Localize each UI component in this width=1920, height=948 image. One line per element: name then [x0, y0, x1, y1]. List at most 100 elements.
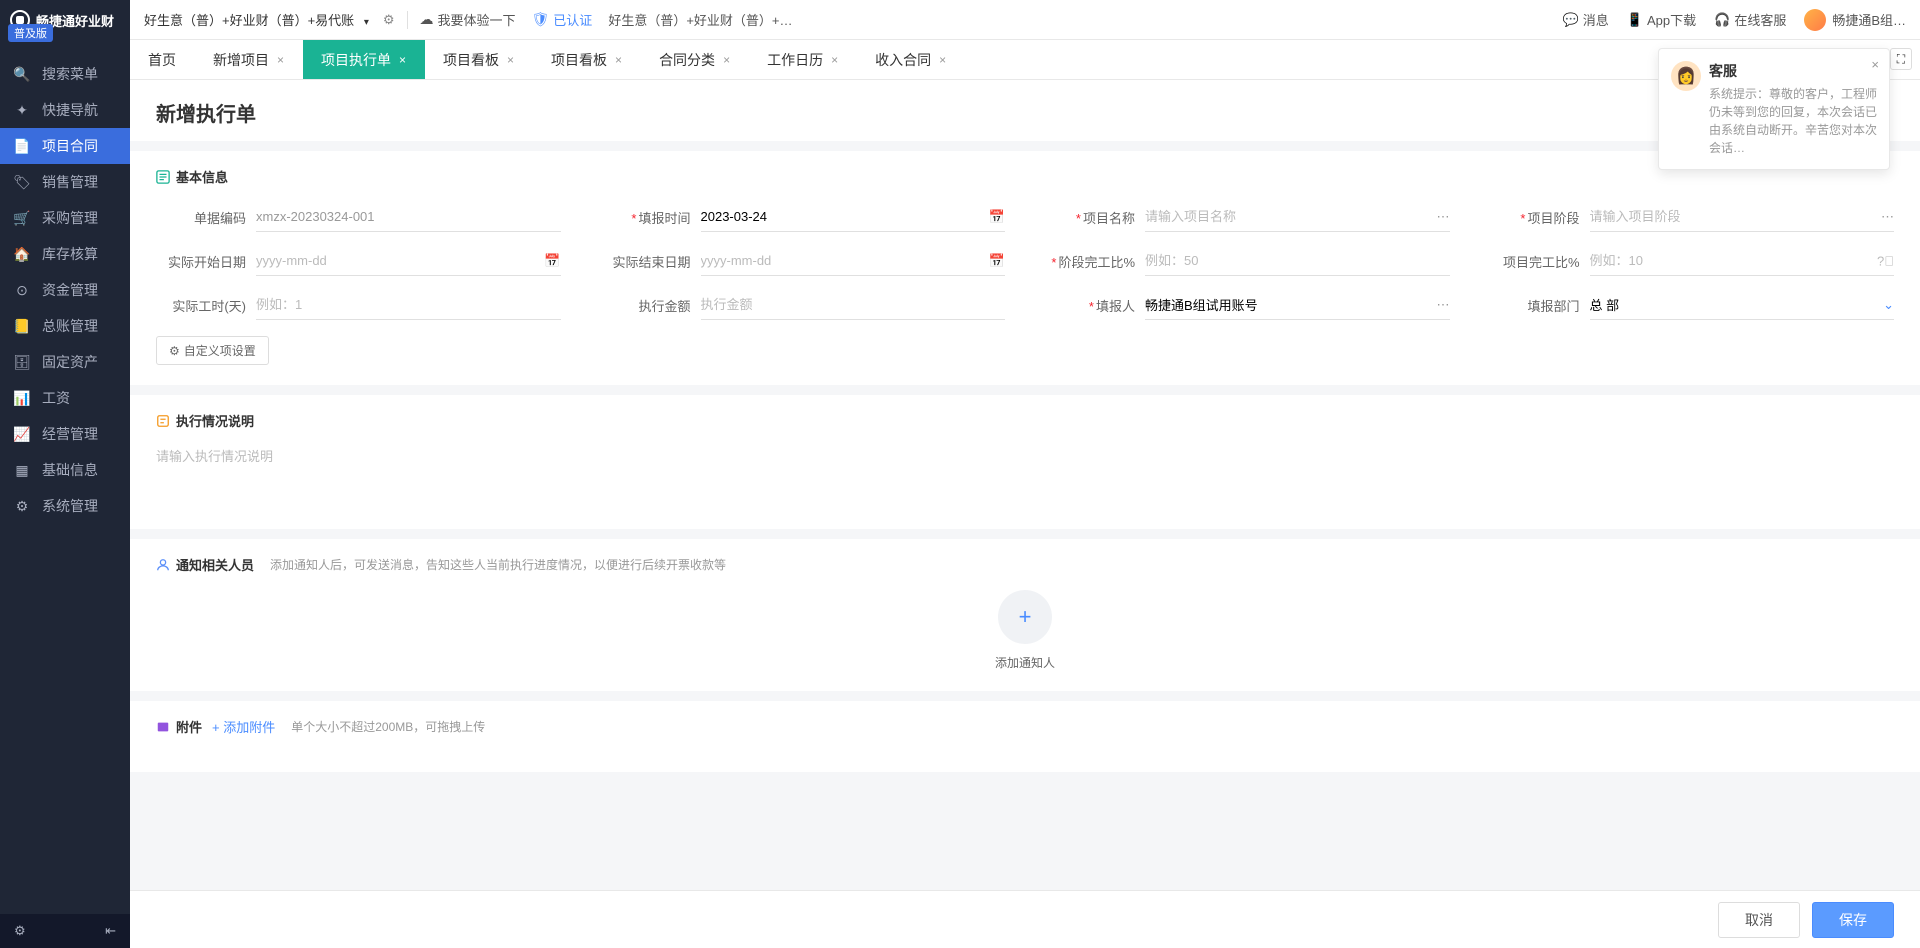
sidebar-item-1[interactable]: ✦快捷导航 — [0, 92, 130, 128]
project-pct-input[interactable] — [1590, 246, 1895, 276]
sidebar-item-9[interactable]: 📊工资 — [0, 380, 130, 416]
stage-pct-input[interactable] — [1145, 246, 1450, 276]
content: 新增执行单 基本信息 单据编码 *填报时间📅 *项目名称⋯ *项目阶段⋯ 实际开… — [130, 80, 1920, 948]
shield-icon: 🛡 — [532, 11, 550, 28]
tab-0[interactable]: 首页 — [130, 40, 195, 79]
save-button[interactable]: 保存 — [1812, 902, 1894, 938]
support-popover: × 👩 客服 系统提示：尊敬的客户，工程师仍未等到您的回复，本次会话已由系统自动… — [1658, 48, 1890, 170]
sidebar-item-8[interactable]: 🗄固定资产 — [0, 344, 130, 380]
file-icon: 📄 — [14, 138, 30, 154]
add-person-label: 添加通知人 — [995, 654, 1055, 671]
sidebar-item-12[interactable]: ⚙系统管理 — [0, 488, 130, 524]
calendar-icon[interactable]: 📅 — [989, 209, 1005, 225]
stats-icon: 📈 — [14, 426, 30, 442]
sidebar-item-0[interactable]: 🔍搜索菜单 — [0, 56, 130, 92]
tabbar: 首页新增项目×项目执行单×项目看板×项目看板×合同分类×工作日历×收入合同× ×… — [130, 40, 1920, 80]
section-icon — [156, 558, 170, 572]
dept-select[interactable] — [1590, 290, 1895, 320]
popover-title: 客服 — [1709, 61, 1877, 81]
tab-5[interactable]: 合同分类× — [641, 40, 749, 79]
section-title: 附件 — [176, 717, 202, 736]
more-icon[interactable]: ⋯ — [1437, 209, 1450, 225]
tab-close-icon[interactable]: × — [723, 53, 730, 67]
sidebar-item-7[interactable]: 📒总账管理 — [0, 308, 130, 344]
support-link[interactable]: 🎧在线客服 — [1714, 10, 1786, 29]
tab-7[interactable]: 收入合同× — [857, 40, 965, 79]
gear-icon[interactable]: ⚙ — [383, 12, 395, 28]
code-input[interactable] — [256, 202, 561, 232]
basic-info-card: 基本信息 单据编码 *填报时间📅 *项目名称⋯ *项目阶段⋯ 实际开始日期📅 实… — [130, 151, 1920, 385]
topbar: 好生意（普）+好业财（普）+易代账 ▾ ⚙ ☁ 我要体验一下 🛡 已认证 好生意… — [130, 0, 1920, 40]
product-also[interactable]: 好生意（普）+好业财（普）+… — [608, 10, 792, 29]
tab-close-icon[interactable]: × — [507, 53, 514, 67]
edition-badge: 普及版 — [8, 24, 53, 42]
messages-link[interactable]: 💬消息 — [1563, 10, 1609, 29]
tab-1[interactable]: 新增项目× — [195, 40, 303, 79]
tab-close-icon[interactable]: × — [831, 53, 838, 67]
help-icon[interactable]: ?⃝ — [1877, 254, 1894, 269]
sidebar-item-3[interactable]: 🏷销售管理 — [0, 164, 130, 200]
chevron-down-icon[interactable]: ⌄ — [1883, 297, 1894, 313]
calendar-icon[interactable]: 📅 — [544, 253, 560, 269]
sidebar-bottom: ⚙ ⇤ — [0, 914, 130, 948]
download-link[interactable]: 📱App下载 — [1627, 10, 1696, 29]
tab-close-icon[interactable]: × — [399, 53, 406, 67]
money-icon: ⊙ — [14, 282, 30, 298]
collapse-icon[interactable]: ⇤ — [105, 923, 116, 939]
attach-hint: 单个大小不超过200MB，可拖拽上传 — [291, 718, 485, 735]
sidebar-item-2[interactable]: 📄项目合同 — [0, 128, 130, 164]
tab-3[interactable]: 项目看板× — [425, 40, 533, 79]
popover-body: 系统提示：尊敬的客户，工程师仍未等到您的回复，本次会话已由系统自动断开。辛苦您对… — [1709, 85, 1877, 157]
section-title: 通知相关人员 — [176, 555, 254, 574]
wage-icon: 📊 — [14, 390, 30, 406]
desc-card: 执行情况说明 — [130, 395, 1920, 529]
start-date-input[interactable] — [256, 246, 561, 276]
product-switcher[interactable]: 好生意（普）+好业财（普）+易代账 ▾ — [144, 10, 369, 29]
tab-2[interactable]: 项目执行单× — [303, 40, 425, 79]
project-name-input[interactable] — [1145, 202, 1450, 232]
desc-textarea[interactable] — [156, 446, 1894, 506]
try-link[interactable]: ☁ 我要体验一下 — [420, 10, 516, 29]
sidebar-item-5[interactable]: 🏠库存核算 — [0, 236, 130, 272]
phone-icon: 📱 — [1627, 12, 1643, 28]
exec-amount-input[interactable] — [701, 290, 1006, 320]
end-date-input[interactable] — [701, 246, 1006, 276]
fill-date-input[interactable] — [701, 202, 1006, 232]
cancel-button[interactable]: 取消 — [1718, 902, 1800, 938]
gear-icon: ⚙ — [169, 344, 180, 358]
section-hint: 添加通知人后，可发送消息，告知这些人当前执行进度情况，以便进行后续开票收款等 — [270, 556, 726, 573]
work-days-input[interactable] — [256, 290, 561, 320]
grid-icon: ▦ — [14, 462, 30, 478]
fullscreen-button[interactable]: ⛶ — [1890, 48, 1912, 70]
more-icon[interactable]: ⋯ — [1881, 209, 1894, 225]
popover-close[interactable]: × — [1871, 57, 1879, 72]
section-title: 基本信息 — [176, 167, 228, 186]
message-icon: 💬 — [1563, 12, 1579, 28]
sidebar-item-10[interactable]: 📈经营管理 — [0, 416, 130, 452]
more-icon[interactable]: ⋯ — [1437, 297, 1450, 313]
star-icon: ✦ — [14, 102, 30, 118]
sidebar-item-6[interactable]: ⊙资金管理 — [0, 272, 130, 308]
calendar-icon[interactable]: 📅 — [989, 253, 1005, 269]
project-stage-input[interactable] — [1590, 202, 1895, 232]
sidebar-item-4[interactable]: 🛒采购管理 — [0, 200, 130, 236]
verified-badge[interactable]: 🛡 已认证 — [532, 10, 593, 29]
headset-icon: 🎧 — [1714, 12, 1730, 28]
add-person-button[interactable]: + — [998, 590, 1052, 644]
avatar — [1804, 9, 1826, 31]
house-icon: 🏠 — [14, 246, 30, 262]
chevron-down-icon: ▾ — [364, 17, 369, 28]
tab-4[interactable]: 项目看板× — [533, 40, 641, 79]
sidebar-item-11[interactable]: ▦基础信息 — [0, 452, 130, 488]
cloud-icon: ☁ — [420, 11, 434, 28]
tab-close-icon[interactable]: × — [939, 53, 946, 67]
tab-6[interactable]: 工作日历× — [749, 40, 857, 79]
tab-close-icon[interactable]: × — [615, 53, 622, 67]
user-menu[interactable]: 畅捷通B组… — [1804, 9, 1906, 31]
add-attachment-button[interactable]: + 添加附件 — [212, 717, 275, 736]
tab-close-icon[interactable]: × — [277, 53, 284, 67]
custom-fields-button[interactable]: ⚙自定义项设置 — [156, 336, 269, 365]
settings-icon[interactable]: ⚙ — [14, 923, 26, 939]
archive-icon: 🗄 — [14, 354, 30, 370]
reporter-input[interactable] — [1145, 290, 1450, 320]
